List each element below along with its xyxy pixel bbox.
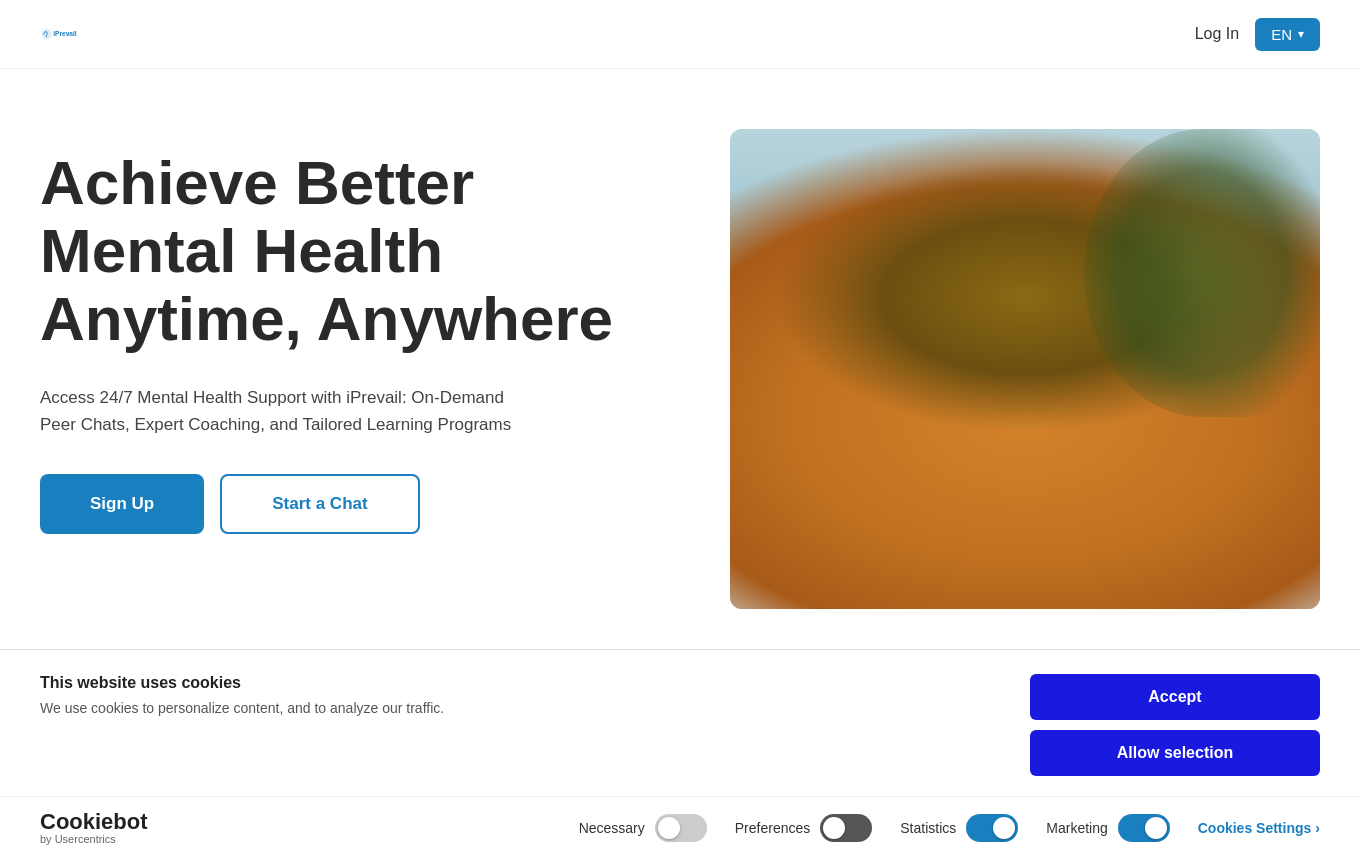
chevron-down-icon: ▾ <box>1298 27 1304 41</box>
logo[interactable]: iPrevail <box>40 12 84 56</box>
hero-section: Achieve Better Mental Health Anytime, An… <box>0 69 1360 609</box>
hero-buttons: Sign Up Start a Chat <box>40 474 620 534</box>
hero-description: Access 24/7 Mental Health Support with i… <box>40 384 530 438</box>
hero-image-inner <box>730 129 1320 609</box>
language-button[interactable]: EN ▾ <box>1255 18 1320 51</box>
hero-left: Achieve Better Mental Health Anytime, An… <box>40 129 620 534</box>
start-chat-button[interactable]: Start a Chat <box>220 474 419 534</box>
hero-image <box>730 129 1320 609</box>
login-link[interactable]: Log In <box>1195 25 1239 43</box>
signup-button[interactable]: Sign Up <box>40 474 204 534</box>
hero-title: Achieve Better Mental Health Anytime, An… <box>40 149 620 354</box>
svg-point-0 <box>41 29 51 39</box>
header: iPrevail Log In EN ▾ <box>0 0 1360 69</box>
svg-text:iPrevail: iPrevail <box>53 30 77 37</box>
hero-right <box>730 129 1320 609</box>
header-right: Log In EN ▾ <box>1195 18 1320 51</box>
